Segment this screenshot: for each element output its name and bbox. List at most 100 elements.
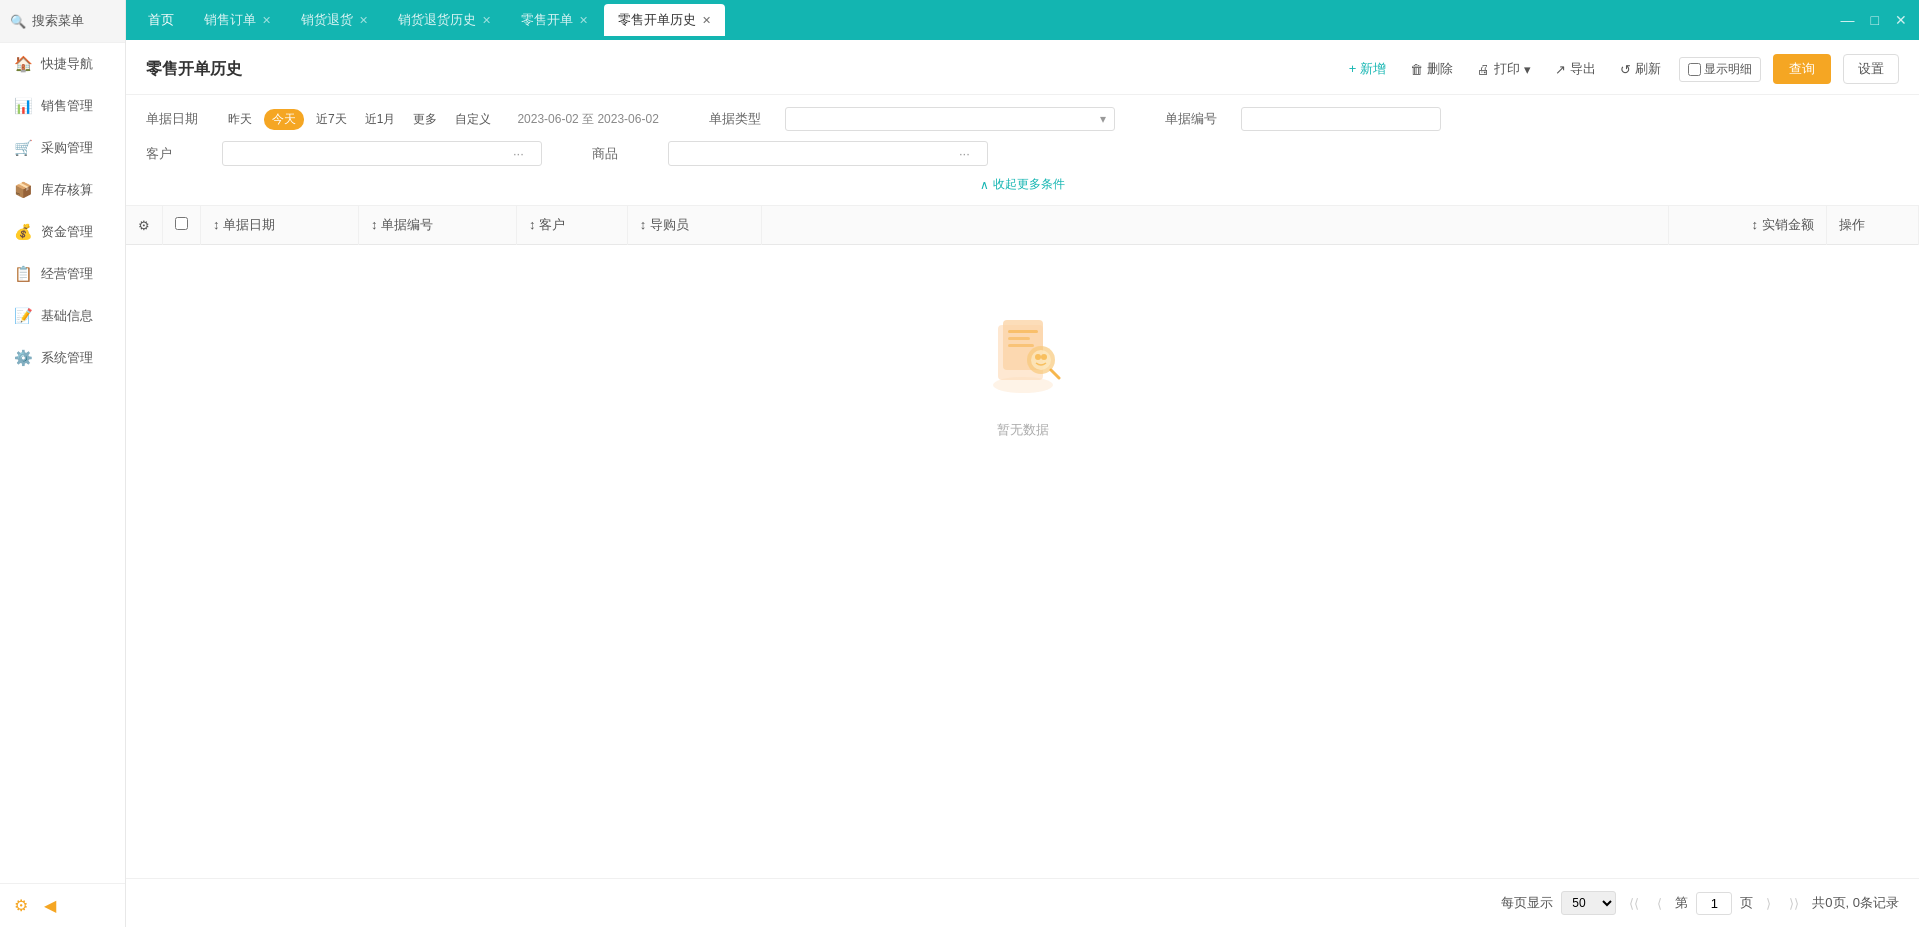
svg-line-8	[1051, 370, 1059, 378]
tab-close-sales-return-history[interactable]: ✕	[482, 14, 491, 27]
tab-close-retail-open[interactable]: ✕	[579, 14, 588, 27]
sidebar-search[interactable]: 🔍 搜索菜单	[0, 0, 125, 43]
date-btn-yesterday[interactable]: 昨天	[222, 109, 258, 130]
doc-type-select[interactable]: ▾	[785, 107, 1115, 131]
tab-close-retail-history[interactable]: ✕	[702, 14, 711, 27]
th-customer[interactable]: ↕ 客户	[516, 206, 627, 245]
nav-label-finance: 资金管理	[41, 223, 93, 241]
date-btn-last1m[interactable]: 近1月	[359, 109, 402, 130]
minimize-button[interactable]: —	[1837, 10, 1859, 30]
th-date[interactable]: ↕ 单据日期	[201, 206, 359, 245]
tab-close-sales-return[interactable]: ✕	[359, 14, 368, 27]
nav-icon-sales-mgmt: 📊	[14, 97, 33, 115]
delete-icon: 🗑	[1410, 62, 1423, 77]
sidebar-item-sys-mgmt[interactable]: ⚙️系统管理	[0, 337, 125, 379]
doc-no-label: 单据编号	[1165, 110, 1221, 128]
next-icon[interactable]: ⟩	[1761, 894, 1776, 913]
add-button[interactable]: + 新增	[1343, 56, 1392, 82]
th-no[interactable]: ↕ 单据编号	[358, 206, 516, 245]
next-last-icon[interactable]: ⟩⟩	[1784, 894, 1804, 913]
toolbar: + 新增 🗑 删除 🖨 打印 ▾ ↗ 导出 ↺ 刷新	[1343, 54, 1899, 84]
customer-input[interactable]	[231, 147, 513, 161]
th-salesperson[interactable]: ↕ 导购员	[627, 206, 761, 245]
nav-label-operations: 经营管理	[41, 265, 93, 283]
window-controls: — □ ✕	[1837, 10, 1911, 30]
date-btn-custom[interactable]: 自定义	[449, 109, 497, 130]
display-detail-button[interactable]: 显示明细	[1679, 57, 1761, 82]
refresh-button[interactable]: ↺ 刷新	[1614, 56, 1667, 82]
svg-point-10	[1041, 354, 1047, 360]
date-filter-label: 单据日期	[146, 110, 202, 128]
print-icon: 🖨	[1477, 62, 1490, 77]
goods-input[interactable]	[677, 147, 959, 161]
date-range-display: 2023-06-02 至 2023-06-02	[517, 111, 658, 128]
empty-text: 暂无数据	[997, 421, 1049, 439]
collapse-sidebar-icon[interactable]: ◀	[44, 896, 56, 915]
svg-point-9	[1035, 354, 1041, 360]
goods-select-icon[interactable]: ···	[959, 146, 970, 161]
display-detail-checkbox[interactable]	[1688, 63, 1701, 76]
tab-close-sales-order[interactable]: ✕	[262, 14, 271, 27]
doc-no-input[interactable]	[1250, 112, 1432, 126]
query-button[interactable]: 查询	[1773, 54, 1831, 84]
sidebar-item-finance[interactable]: 💰资金管理	[0, 211, 125, 253]
sidebar-item-inventory[interactable]: 📦库存核算	[0, 169, 125, 211]
th-checkbox	[163, 206, 201, 245]
maximize-button[interactable]: □	[1867, 10, 1883, 30]
print-button[interactable]: 🖨 打印 ▾	[1471, 56, 1537, 82]
sidebar-bottom: ⚙ ◀	[0, 883, 125, 927]
tab-sales-order[interactable]: 销售订单✕	[190, 4, 285, 36]
gear-icon[interactable]: ⚙	[138, 218, 150, 233]
sidebar-item-basic-info[interactable]: 📝基础信息	[0, 295, 125, 337]
th-action: 操作	[1826, 206, 1918, 245]
settings-icon[interactable]: ⚙	[14, 896, 28, 915]
sidebar-item-purchase-mgmt[interactable]: 🛒采购管理	[0, 127, 125, 169]
nav-label-sales-mgmt: 销售管理	[41, 97, 93, 115]
export-icon: ↗	[1555, 62, 1566, 77]
svg-rect-5	[1008, 344, 1034, 347]
date-btn-today[interactable]: 今天	[264, 109, 304, 130]
close-button[interactable]: ✕	[1891, 10, 1911, 30]
data-table: ⚙ ↕ 单据日期 ↕ 单据编号 ↕ 客户	[126, 206, 1919, 245]
export-button[interactable]: ↗ 导出	[1549, 56, 1602, 82]
sidebar-item-sales-mgmt[interactable]: 📊 销售管理	[0, 85, 125, 127]
search-icon: 🔍	[10, 14, 26, 29]
svg-rect-3	[1008, 330, 1038, 333]
tab-sales-return-history[interactable]: 销货退货历史✕	[384, 4, 505, 36]
date-col-label: ↕ 单据日期	[213, 217, 275, 232]
tab-retail-open[interactable]: 零售开单✕	[507, 4, 602, 36]
amount-col-label: ↕ 实销金额	[1751, 217, 1813, 232]
pagination: 每页显示 50 10 20 100 ⟨⟨ ⟨ 第 1 页 ⟩ ⟩⟩ 共0页, 0…	[126, 878, 1919, 927]
th-settings[interactable]: ⚙	[126, 206, 163, 245]
th-amount[interactable]: ↕ 实销金额	[1668, 206, 1826, 245]
customer-col-label: ↕ 客户	[529, 217, 565, 232]
customer-select-icon[interactable]: ···	[513, 146, 524, 161]
page-input[interactable]: 1	[1696, 892, 1732, 915]
goods-input-wrap: ···	[668, 141, 988, 166]
date-btn-last7[interactable]: 近7天	[310, 109, 353, 130]
delete-button[interactable]: 🗑 删除	[1404, 56, 1459, 82]
print-chevron-icon: ▾	[1524, 62, 1531, 77]
nav-icon-inventory: 📦	[14, 181, 33, 199]
prev-first-icon[interactable]: ⟨⟨	[1624, 894, 1644, 913]
nav-icon-quick-nav: 🏠	[14, 55, 33, 73]
page-title: 零售开单历史	[146, 59, 242, 80]
select-all-checkbox[interactable]	[175, 217, 188, 230]
tab-sales-return[interactable]: 销货退货✕	[287, 4, 382, 36]
collapse-filter-button[interactable]: ∧ 收起更多条件	[146, 176, 1899, 193]
sidebar-item-quick-nav[interactable]: 🏠快捷导航	[0, 43, 125, 85]
date-btn-more[interactable]: 更多	[407, 109, 443, 130]
sidebar: 🔍 搜索菜单 🏠快捷导航 📊 销售管理 🛒采购管理📦库存核算💰资金管理📋经营管理📝基础…	[0, 0, 126, 927]
prev-icon[interactable]: ⟨	[1652, 894, 1667, 913]
table-container: ⚙ ↕ 单据日期 ↕ 单据编号 ↕ 客户	[126, 206, 1919, 878]
tab-retail-history[interactable]: 零售开单历史✕	[604, 4, 725, 36]
sidebar-search-label: 搜索菜单	[32, 12, 84, 30]
svg-point-7	[1031, 350, 1051, 370]
customer-input-wrap: ···	[222, 141, 542, 166]
sidebar-item-operations[interactable]: 📋经营管理	[0, 253, 125, 295]
settings-button[interactable]: 设置	[1843, 54, 1899, 84]
per-page-select[interactable]: 50 10 20 100	[1561, 891, 1616, 915]
tab-home[interactable]: 首页	[134, 4, 188, 36]
empty-state: 暂无数据	[126, 245, 1919, 499]
nav-label-basic-info: 基础信息	[41, 307, 93, 325]
